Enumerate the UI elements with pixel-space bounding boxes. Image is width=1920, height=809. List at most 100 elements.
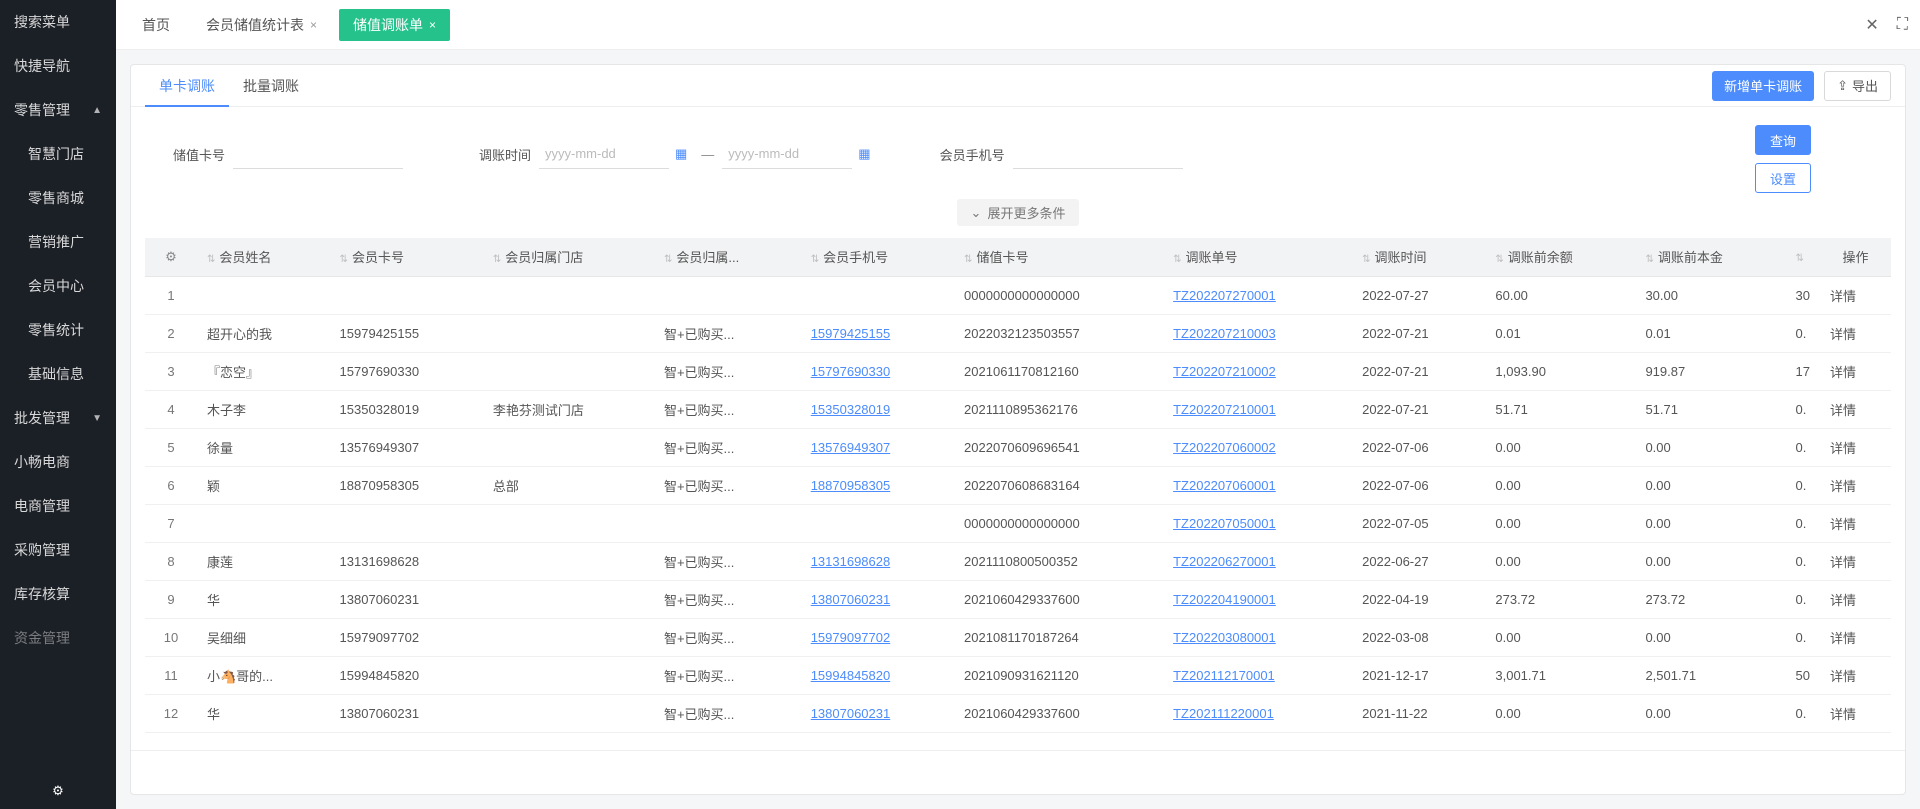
tab-deposit-adjust[interactable]: 储值调账单× [339,9,450,41]
detail-link[interactable]: 详情 [1830,365,1856,380]
detail-link[interactable]: 详情 [1830,707,1856,722]
adjust-no-link[interactable]: TZ202204190001 [1173,592,1276,607]
col-adjust-no[interactable]: ⇅调账单号 [1163,238,1352,276]
query-button[interactable]: 查询 [1755,125,1811,155]
tab-home[interactable]: 首页 [128,9,184,41]
calendar-icon[interactable]: ▦ [858,146,870,162]
cell-phone: 15797690330 [801,352,954,390]
sort-icon: ⇅ [340,255,348,265]
sidebar-search[interactable]: 搜索菜单 [0,0,116,44]
sidebar-xiaochang[interactable]: 小畅电商 [0,440,116,484]
col-deposit-card[interactable]: ⇅储值卡号 [954,238,1163,276]
sidebar-retail-child-2[interactable]: 营销推广 [0,220,116,264]
col-gear[interactable]: ⚙ [145,238,197,276]
settings-button[interactable]: 设置 [1755,163,1811,193]
adjust-no-link[interactable]: TZ202207050001 [1173,516,1276,531]
adjust-no-link[interactable]: TZ202207210002 [1173,364,1276,379]
close-icon[interactable]: × [310,9,317,41]
close-icon[interactable]: × [429,9,436,41]
cell-store: 总部 [483,466,654,504]
cell-adjust-time: 2022-07-21 [1352,390,1485,428]
col-member-phone[interactable]: ⇅会员手机号 [801,238,954,276]
adjust-no-link[interactable]: TZ202207270001 [1173,288,1276,303]
detail-link[interactable]: 详情 [1830,669,1856,684]
adjust-no-link[interactable]: TZ202206270001 [1173,554,1276,569]
sidebar-ecommerce[interactable]: 电商管理 [0,484,116,528]
filter-card-input[interactable] [233,139,403,169]
close-panel-icon[interactable]: ✕ [1865,15,1878,35]
phone-link[interactable]: 13807060231 [811,706,891,721]
phone-link[interactable]: 15979425155 [811,326,891,341]
adjust-no-link[interactable]: TZ202207210001 [1173,402,1276,417]
detail-link[interactable]: 详情 [1830,555,1856,570]
sidebar-purchase[interactable]: 采购管理 [0,528,116,572]
tab-deposit-stats[interactable]: 会员储值统计表× [192,9,331,41]
sidebar-retail[interactable]: 零售管理▲ [0,88,116,132]
cell-deposit: 2021081170187264 [954,618,1163,656]
detail-link[interactable]: 详情 [1830,593,1856,608]
detail-link[interactable]: 详情 [1830,441,1856,456]
export-button[interactable]: ⇪导出 [1824,71,1891,101]
phone-link[interactable]: 15994845820 [811,668,891,683]
detail-link[interactable]: 详情 [1830,479,1856,494]
phone-link[interactable]: 15979097702 [811,630,891,645]
cell-deposit: 2021061170812160 [954,352,1163,390]
data-table-wrapper[interactable]: ⚙ ⇅会员姓名 ⇅会员卡号 ⇅会员归属门店 ⇅会员归属... ⇅会员手机号 ⇅储… [131,238,1905,750]
adjust-no-link[interactable]: TZ202203080001 [1173,630,1276,645]
sidebar-retail-child-0[interactable]: 智慧门店 [0,132,116,176]
detail-link[interactable]: 详情 [1830,631,1856,646]
col-before-principal[interactable]: ⇅调账前本金 [1635,238,1785,276]
adjust-no-link[interactable]: TZ202112170001 [1173,668,1275,683]
adjust-no-link[interactable]: TZ202207060002 [1173,440,1276,455]
sidebar-funds[interactable]: 资金管理 [0,616,116,660]
cell-store: 李艳芬测试门店 [483,390,654,428]
col-member-store[interactable]: ⇅会员归属门店 [483,238,654,276]
phone-link[interactable]: 13131698628 [811,554,891,569]
col-member-card[interactable]: ⇅会员卡号 [330,238,483,276]
fullscreen-icon[interactable]: ⛶ [1897,16,1908,34]
sidebar-wholesale[interactable]: 批发管理▼ [0,396,116,440]
col-before-balance[interactable]: ⇅调账前余额 [1485,238,1635,276]
adjust-no-link[interactable]: TZ202207060001 [1173,478,1276,493]
sidebar-inventory-label: 库存核算 [14,584,70,604]
filter-phone-input[interactable] [1013,139,1183,169]
detail-link[interactable]: 详情 [1830,327,1856,342]
add-single-button[interactable]: 新增单卡调账 [1712,71,1814,101]
pagination-bar[interactable] [131,750,1905,794]
filter-date-to[interactable] [722,139,852,169]
expand-filters-button[interactable]: ⌄展开更多条件 [957,199,1080,226]
col-member-section[interactable]: ⇅会员归属... [654,238,801,276]
sidebar-quick-nav[interactable]: 快捷导航 [0,44,116,88]
adjust-no-link[interactable]: TZ202207210003 [1173,326,1276,341]
phone-link[interactable]: 15350328019 [811,402,891,417]
sidebar-retail-child-4[interactable]: 零售统计 [0,308,116,352]
sidebar-retail-child-5[interactable]: 基础信息 [0,352,116,396]
phone-link[interactable]: 18870958305 [811,478,891,493]
col-member-name[interactable]: ⇅会员姓名 [197,238,330,276]
cell-section: 智+已购买... [654,428,801,466]
cell-name: 吴细细 [197,618,330,656]
phone-link[interactable]: 15797690330 [811,364,891,379]
sidebar-retail-child-3[interactable]: 会员中心 [0,264,116,308]
detail-link[interactable]: 详情 [1830,517,1856,532]
calendar-icon[interactable]: ▦ [675,146,687,162]
cell-tail: 50 [1786,656,1820,694]
cell-deposit: 2022032123503557 [954,314,1163,352]
adjust-no-link[interactable]: TZ202111220001 [1173,706,1274,721]
phone-link[interactable]: 13576949307 [811,440,891,455]
sidebar-settings[interactable]: ⚙ [0,773,116,809]
inner-tab-batch[interactable]: 批量调账 [229,65,313,107]
col-tail[interactable]: ⇅ [1786,238,1820,276]
sidebar-retail-child-1[interactable]: 零售商城 [0,176,116,220]
detail-link[interactable]: 详情 [1830,289,1856,304]
inner-tab-single[interactable]: 单卡调账 [145,65,229,107]
sort-icon: ⇅ [493,255,501,265]
filter-date-from[interactable] [539,139,669,169]
cell-card: 15979425155 [330,314,483,352]
cell-op: 详情 [1820,276,1891,314]
col-operation: 操作 [1820,238,1891,276]
phone-link[interactable]: 13807060231 [811,592,891,607]
detail-link[interactable]: 详情 [1830,403,1856,418]
col-adjust-time[interactable]: ⇅调账时间 [1352,238,1485,276]
sidebar-inventory[interactable]: 库存核算 [0,572,116,616]
